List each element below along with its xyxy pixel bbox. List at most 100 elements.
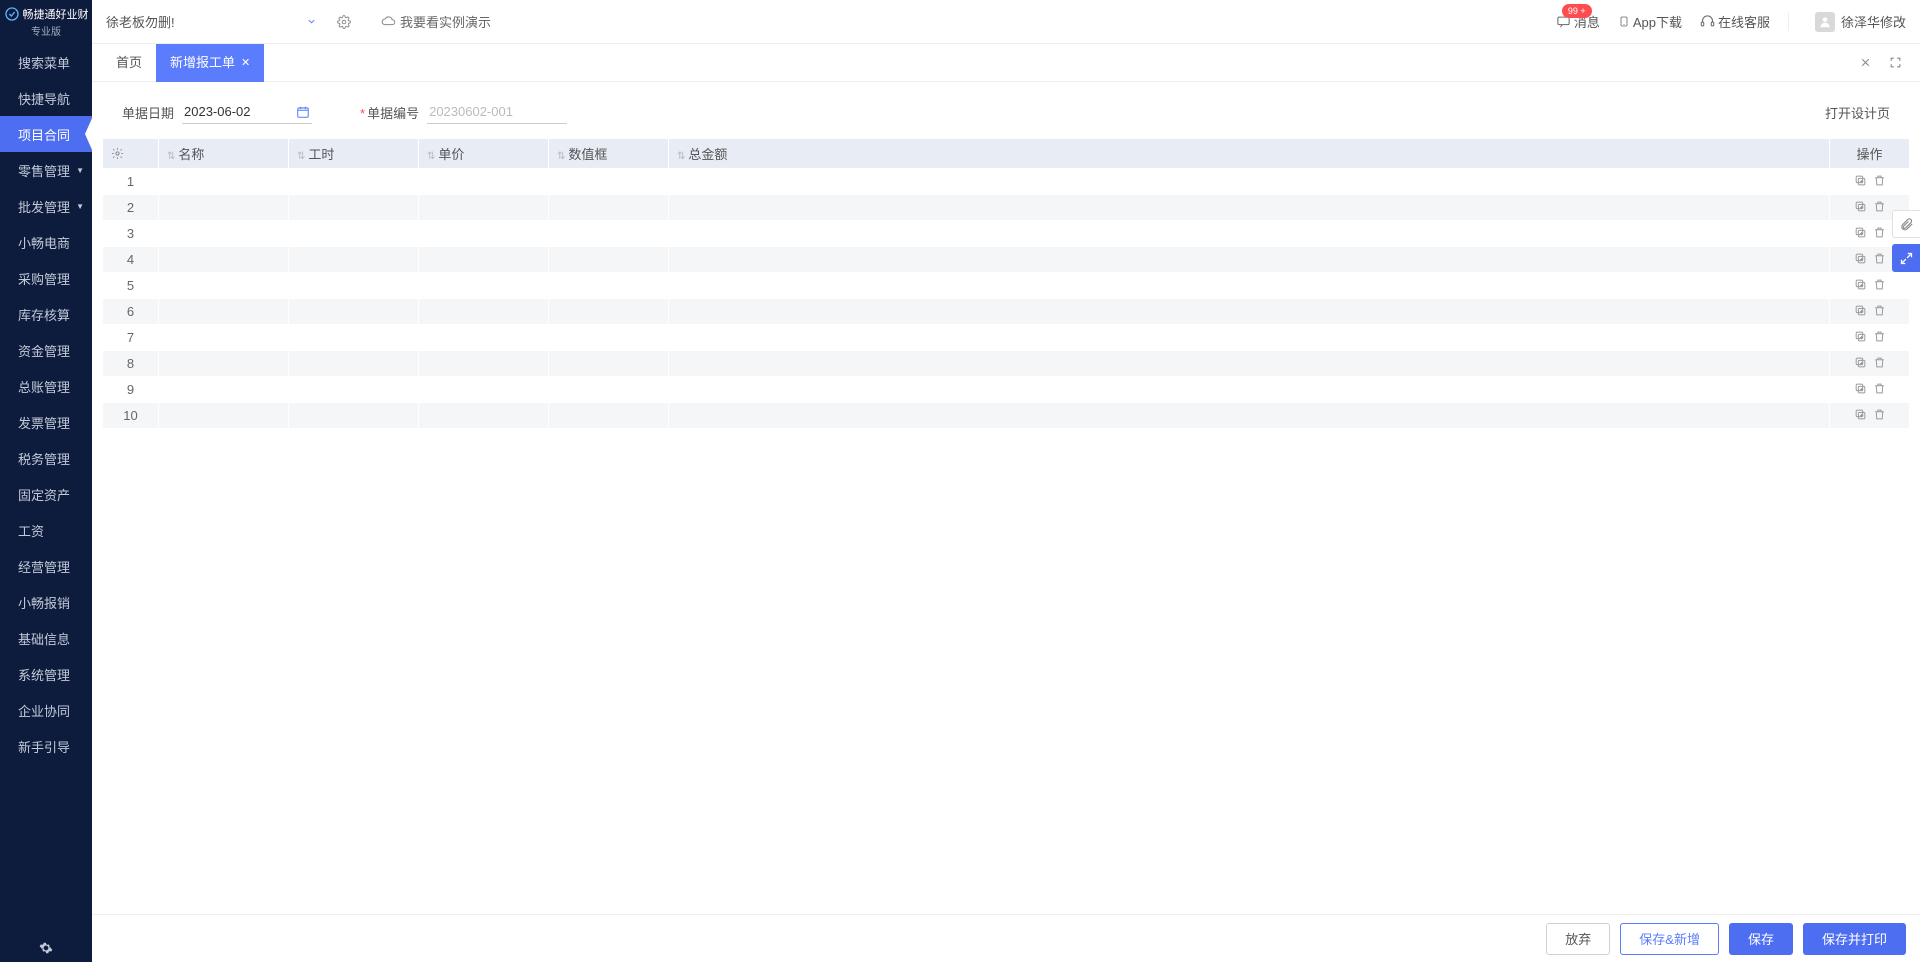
cell[interactable] — [669, 403, 1830, 429]
cell[interactable] — [549, 221, 669, 247]
sidebar-item-16[interactable]: 基础信息 — [0, 620, 92, 656]
sidebar-item-14[interactable]: 经营管理 — [0, 548, 92, 584]
sidebar-item-9[interactable]: 总账管理 — [0, 368, 92, 404]
sidebar-item-7[interactable]: 库存核算 — [0, 296, 92, 332]
cell[interactable] — [159, 169, 289, 195]
sidebar-item-3[interactable]: 零售管理▼ — [0, 152, 92, 188]
cell[interactable] — [289, 169, 419, 195]
cell[interactable] — [159, 195, 289, 221]
cell[interactable] — [159, 403, 289, 429]
save-and-print-button[interactable]: 保存并打印 — [1803, 923, 1906, 955]
col-name[interactable]: ⇅名称 — [159, 139, 289, 169]
cell[interactable] — [669, 377, 1830, 403]
copy-row-icon[interactable] — [1854, 330, 1867, 343]
cell[interactable] — [419, 195, 549, 221]
delete-row-icon[interactable] — [1873, 278, 1886, 291]
cell[interactable] — [419, 221, 549, 247]
delete-row-icon[interactable] — [1873, 408, 1886, 421]
sidebar-item-12[interactable]: 固定资产 — [0, 476, 92, 512]
delete-row-icon[interactable] — [1873, 304, 1886, 317]
copy-row-icon[interactable] — [1854, 200, 1867, 213]
cell[interactable] — [419, 377, 549, 403]
copy-row-icon[interactable] — [1854, 252, 1867, 265]
cell[interactable] — [669, 247, 1830, 273]
discard-button[interactable]: 放弃 — [1546, 923, 1610, 955]
sidebar-item-10[interactable]: 发票管理 — [0, 404, 92, 440]
demo-link[interactable]: 我要看实例演示 — [381, 12, 491, 31]
tab-home[interactable]: 首页 — [102, 44, 156, 82]
sidebar-item-19[interactable]: 新手引导 — [0, 728, 92, 764]
col-total[interactable]: ⇅总金额 — [669, 139, 1830, 169]
delete-row-icon[interactable] — [1873, 200, 1886, 213]
delete-row-icon[interactable] — [1873, 174, 1886, 187]
tab-new-report[interactable]: 新增报工单 ✕ — [156, 44, 264, 82]
app-download-button[interactable]: App下载 — [1618, 12, 1682, 31]
cell[interactable] — [289, 325, 419, 351]
col-numbox[interactable]: ⇅数值框 — [549, 139, 669, 169]
date-input[interactable]: 2023-06-02 — [182, 100, 312, 124]
cell[interactable] — [419, 325, 549, 351]
messages-button[interactable]: 99 + 消息 — [1556, 12, 1600, 31]
cell[interactable] — [289, 299, 419, 325]
open-design-link[interactable]: 打开设计页 — [1825, 103, 1890, 122]
cell[interactable] — [669, 299, 1830, 325]
sidebar-item-13[interactable]: 工资 — [0, 512, 92, 548]
delete-row-icon[interactable] — [1873, 382, 1886, 395]
calendar-icon[interactable] — [296, 105, 310, 119]
cell[interactable] — [549, 325, 669, 351]
cell[interactable] — [159, 377, 289, 403]
sidebar-item-0[interactable]: 搜索菜单 — [0, 44, 92, 80]
sidebar-item-17[interactable]: 系统管理 — [0, 656, 92, 692]
expand-float-icon[interactable] — [1892, 244, 1920, 272]
cell[interactable] — [669, 325, 1830, 351]
settings-gear-icon[interactable] — [39, 941, 53, 955]
col-price[interactable]: ⇅单价 — [419, 139, 549, 169]
cell[interactable] — [289, 273, 419, 299]
cell[interactable] — [289, 247, 419, 273]
cell[interactable] — [669, 221, 1830, 247]
doc-no-input[interactable]: 20230602-001 — [427, 100, 567, 124]
cell[interactable] — [419, 403, 549, 429]
org-settings-icon[interactable] — [337, 15, 351, 29]
cell[interactable] — [289, 195, 419, 221]
copy-row-icon[interactable] — [1854, 304, 1867, 317]
cell[interactable] — [159, 247, 289, 273]
close-icon[interactable]: ✕ — [241, 44, 250, 82]
cell[interactable] — [419, 299, 549, 325]
attachment-float-icon[interactable] — [1892, 210, 1920, 238]
sidebar-item-15[interactable]: 小畅报销 — [0, 584, 92, 620]
sidebar-item-6[interactable]: 采购管理 — [0, 260, 92, 296]
sidebar-item-2[interactable]: 项目合同 — [0, 116, 92, 152]
cell[interactable] — [549, 377, 669, 403]
cell[interactable] — [419, 351, 549, 377]
cell[interactable] — [419, 247, 549, 273]
cell[interactable] — [549, 169, 669, 195]
cell[interactable] — [549, 273, 669, 299]
cell[interactable] — [159, 221, 289, 247]
sidebar-item-18[interactable]: 企业协同 — [0, 692, 92, 728]
cell[interactable] — [289, 221, 419, 247]
copy-row-icon[interactable] — [1854, 356, 1867, 369]
sidebar-item-5[interactable]: 小畅电商 — [0, 224, 92, 260]
delete-row-icon[interactable] — [1873, 226, 1886, 239]
col-worktime[interactable]: ⇅工时 — [289, 139, 419, 169]
cell[interactable] — [549, 403, 669, 429]
delete-row-icon[interactable] — [1873, 252, 1886, 265]
copy-row-icon[interactable] — [1854, 278, 1867, 291]
cell[interactable] — [419, 273, 549, 299]
copy-row-icon[interactable] — [1854, 226, 1867, 239]
cell[interactable] — [289, 403, 419, 429]
sidebar-item-8[interactable]: 资金管理 — [0, 332, 92, 368]
cell[interactable] — [669, 273, 1830, 299]
sidebar-item-4[interactable]: 批发管理▼ — [0, 188, 92, 224]
save-button[interactable]: 保存 — [1729, 923, 1793, 955]
logo[interactable]: 畅捷通好业财 专业版 — [0, 0, 92, 44]
cell[interactable] — [289, 351, 419, 377]
cell[interactable] — [289, 377, 419, 403]
user-menu[interactable]: 徐泽华修改 — [1815, 12, 1906, 32]
close-all-tabs-icon[interactable] — [1850, 48, 1880, 78]
cell[interactable] — [549, 299, 669, 325]
copy-row-icon[interactable] — [1854, 174, 1867, 187]
save-and-new-button[interactable]: 保存&新增 — [1620, 923, 1719, 955]
col-settings[interactable] — [103, 139, 159, 169]
